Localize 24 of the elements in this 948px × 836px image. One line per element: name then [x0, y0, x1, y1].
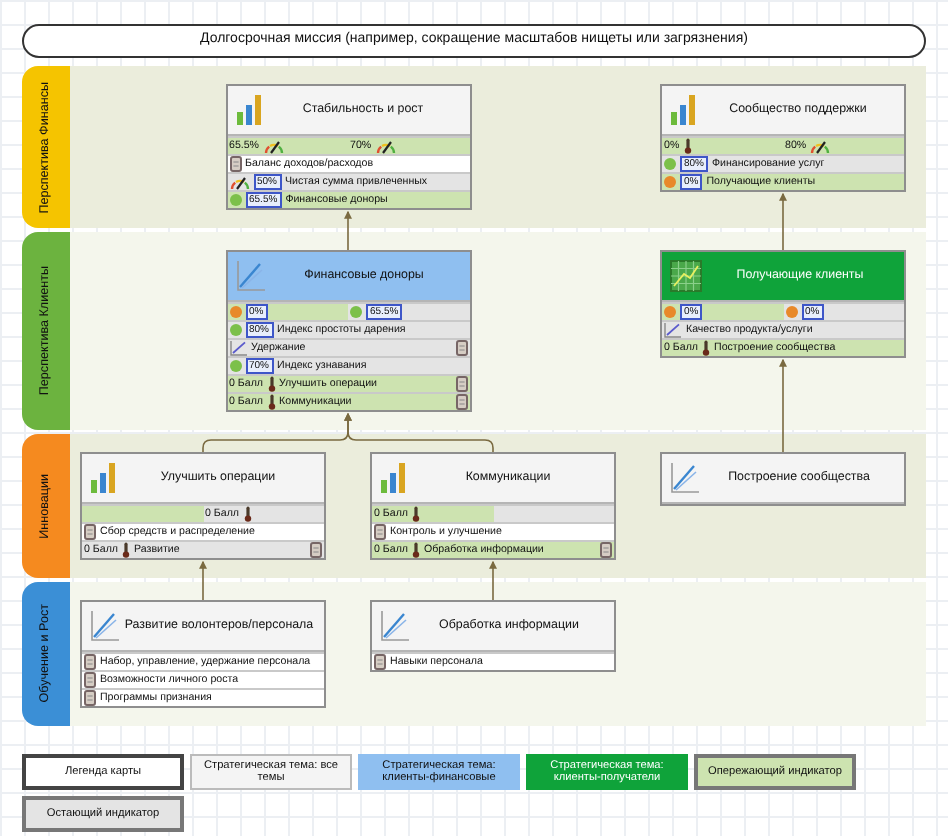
- line-chart-icon: [380, 610, 410, 642]
- gauge-icon: [375, 139, 396, 153]
- gauge-icon: [263, 139, 284, 153]
- bar-chart-icon: [90, 462, 118, 494]
- gauge-icon: [229, 175, 249, 189]
- gauge-icon: [810, 139, 831, 153]
- thermometer-icon: [122, 542, 131, 558]
- thermometer-icon: [683, 138, 692, 154]
- thermometer-icon: [702, 340, 711, 356]
- bar-chart-icon: [670, 94, 698, 126]
- connector-arrow: [779, 358, 787, 453]
- line-chart-icon: [670, 462, 700, 494]
- connector-arrow: [199, 560, 207, 601]
- bar-chart-icon: [235, 94, 263, 126]
- connector-arrow: [489, 560, 497, 601]
- bar-chart-icon: [380, 462, 408, 494]
- thermometer-icon: [412, 542, 421, 558]
- line-chart-icon: [235, 260, 265, 292]
- thermometer-icon: [412, 506, 421, 522]
- thermometer-icon: [243, 506, 252, 522]
- grid-chart-icon: [670, 260, 702, 292]
- connector-arrow: [344, 210, 352, 251]
- connector-arrow: [779, 192, 787, 251]
- line-chart-icon: [90, 610, 120, 642]
